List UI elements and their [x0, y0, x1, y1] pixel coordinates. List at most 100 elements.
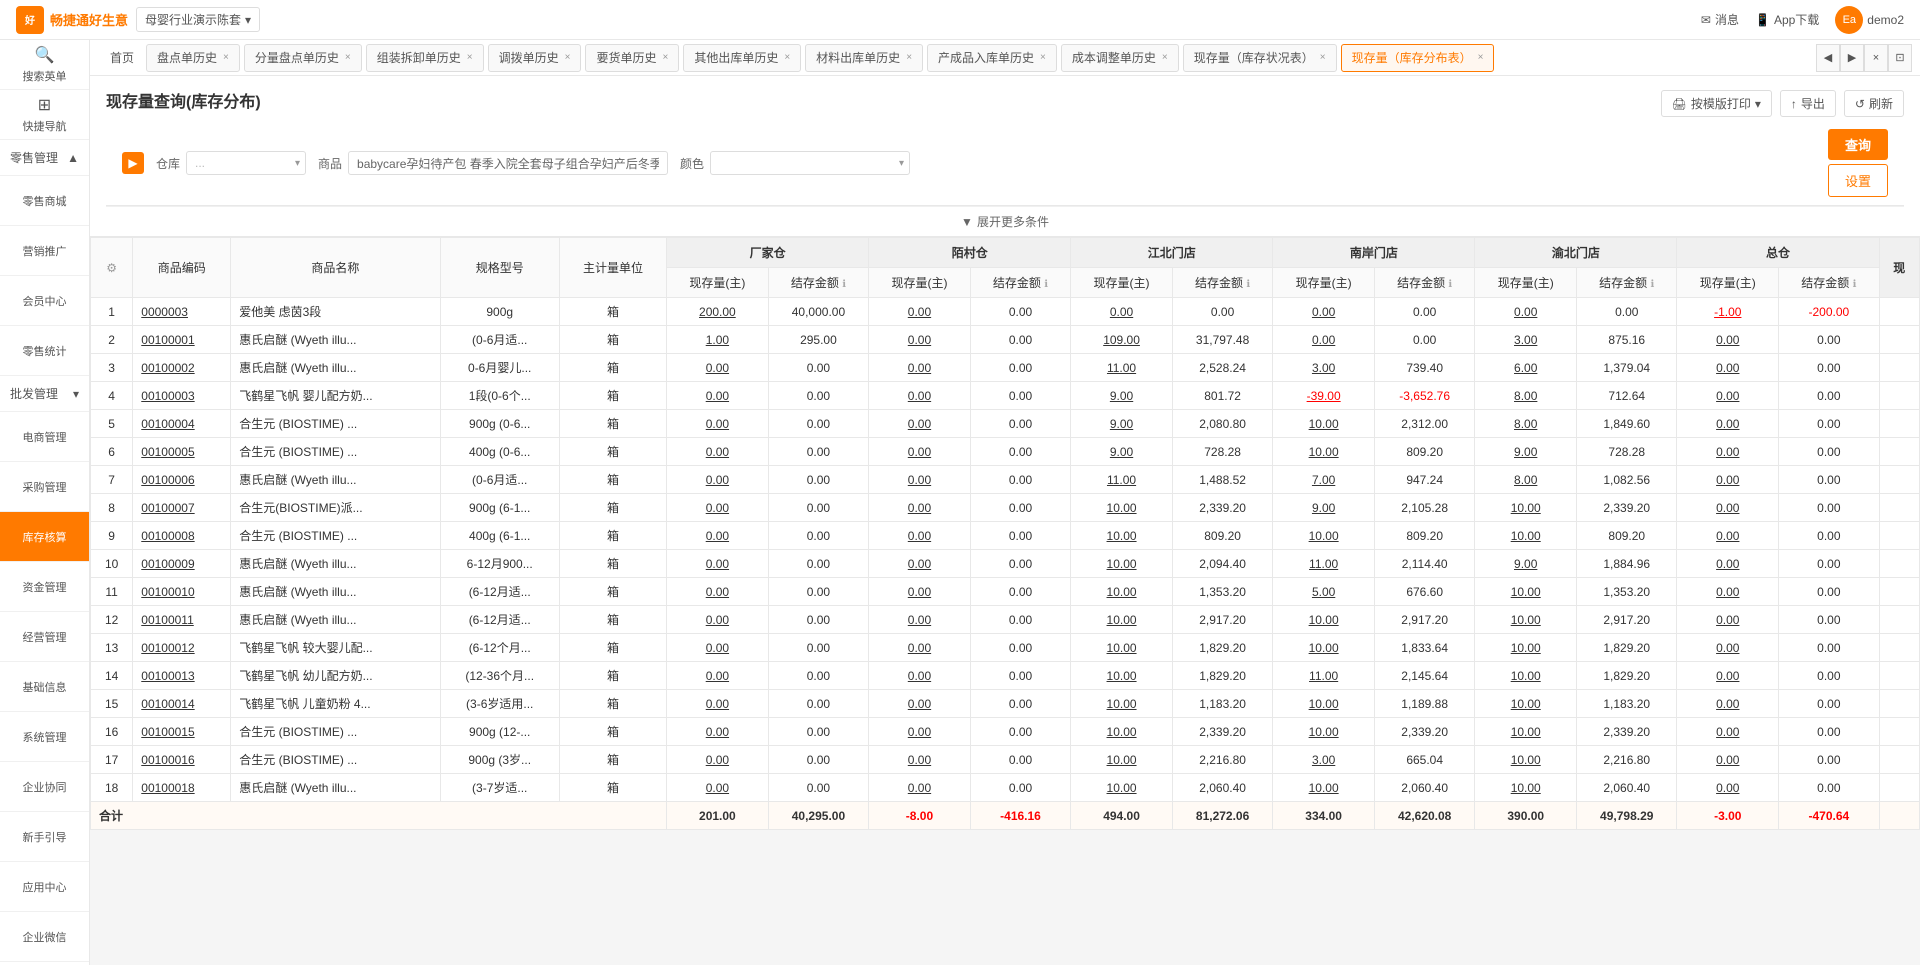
td-jb-stock[interactable]: 10.00 — [1071, 690, 1173, 718]
sidebar-item-ecommerce[interactable]: 电商管理 — [0, 412, 89, 462]
td-code[interactable]: 00100005 — [133, 438, 231, 466]
close-tab-material[interactable]: × — [906, 52, 912, 63]
td-mc-stock[interactable]: 0.00 — [869, 550, 971, 578]
more-conditions-toggle[interactable]: ▼ 展开更多条件 — [106, 206, 1904, 236]
td-jb-stock[interactable]: 10.00 — [1071, 634, 1173, 662]
sidebar-item-wholesale[interactable]: 批发管理 ▾ — [0, 376, 89, 412]
td-mc-stock[interactable]: 0.00 — [869, 354, 971, 382]
td-ck-stock[interactable]: 0.00 — [667, 578, 769, 606]
sidebar-item-inventory[interactable]: 库存核算 — [0, 512, 89, 562]
td-na-stock[interactable]: 11.00 — [1273, 662, 1375, 690]
close-tab-cost[interactable]: × — [1162, 52, 1168, 63]
td-yb-stock[interactable]: 10.00 — [1475, 718, 1577, 746]
td-jb-stock[interactable]: 109.00 — [1071, 326, 1173, 354]
td-ck-stock[interactable]: 0.00 — [667, 494, 769, 522]
td-jb-stock[interactable]: 10.00 — [1071, 522, 1173, 550]
td-yb-stock[interactable]: 10.00 — [1475, 690, 1577, 718]
td-yb-stock[interactable]: 10.00 — [1475, 774, 1577, 802]
td-code[interactable]: 00100010 — [133, 578, 231, 606]
td-zc-stock[interactable]: 0.00 — [1677, 326, 1779, 354]
sidebar-item-retail-mall[interactable]: 零售商城 — [0, 176, 89, 226]
td-jb-stock[interactable]: 11.00 — [1071, 354, 1173, 382]
td-code[interactable]: 00100015 — [133, 718, 231, 746]
td-jb-stock[interactable]: 9.00 — [1071, 382, 1173, 410]
tab-stock-dist[interactable]: 现存量（库存分布表） × — [1341, 44, 1495, 72]
td-jb-stock[interactable]: 10.00 — [1071, 578, 1173, 606]
td-jb-stock[interactable]: 10.00 — [1071, 494, 1173, 522]
td-ck-stock[interactable]: 0.00 — [667, 606, 769, 634]
td-ck-stock[interactable]: 0.00 — [667, 718, 769, 746]
td-ck-stock[interactable]: 0.00 — [667, 746, 769, 774]
td-mc-stock[interactable]: 0.00 — [869, 578, 971, 606]
export-btn[interactable]: ↑ 导出 — [1780, 90, 1836, 117]
td-mc-stock[interactable]: 0.00 — [869, 746, 971, 774]
td-zc-stock[interactable]: 0.00 — [1677, 466, 1779, 494]
td-zc-stock[interactable]: 0.00 — [1677, 550, 1779, 578]
sidebar-item-guide[interactable]: 新手引导 — [0, 812, 89, 862]
td-na-stock[interactable]: 11.00 — [1273, 550, 1375, 578]
td-ck-stock[interactable]: 0.00 — [667, 634, 769, 662]
td-zc-stock[interactable]: 0.00 — [1677, 606, 1779, 634]
sidebar-item-marketing[interactable]: 营销推广 — [0, 226, 89, 276]
close-tab-inventory[interactable]: × — [223, 52, 229, 63]
td-jb-stock[interactable]: 10.00 — [1071, 774, 1173, 802]
td-na-stock[interactable]: 5.00 — [1273, 578, 1375, 606]
td-mc-stock[interactable]: 0.00 — [869, 606, 971, 634]
td-code[interactable]: 00100006 — [133, 466, 231, 494]
td-mc-stock[interactable]: 0.00 — [869, 718, 971, 746]
td-na-stock[interactable]: -39.00 — [1273, 382, 1375, 410]
sidebar-item-wechat[interactable]: 企业微信 — [0, 912, 89, 962]
td-code[interactable]: 00100011 — [133, 606, 231, 634]
td-code[interactable]: 00100002 — [133, 354, 231, 382]
tab-inventory-history[interactable]: 盘点单历史 × — [146, 44, 240, 72]
sidebar-item-finance[interactable]: 资金管理 — [0, 562, 89, 612]
sidebar-item-sysmgmt[interactable]: 系统管理 — [0, 712, 89, 762]
td-na-stock[interactable]: 10.00 — [1273, 522, 1375, 550]
td-mc-stock[interactable]: 0.00 — [869, 326, 971, 354]
td-yb-stock[interactable]: 8.00 — [1475, 382, 1577, 410]
td-code[interactable]: 00100004 — [133, 410, 231, 438]
tab-material-outstock[interactable]: 材料出库单历史 × — [805, 44, 923, 72]
td-mc-stock[interactable]: 0.00 — [869, 522, 971, 550]
td-mc-stock[interactable]: 0.00 — [869, 662, 971, 690]
td-ck-stock[interactable]: 0.00 — [667, 466, 769, 494]
close-tab-stock-dist[interactable]: × — [1478, 52, 1484, 63]
td-na-stock[interactable]: 10.00 — [1273, 774, 1375, 802]
td-na-stock[interactable]: 0.00 — [1273, 326, 1375, 354]
tab-scroll-right[interactable]: ▶ — [1840, 44, 1864, 72]
close-tab-product[interactable]: × — [1040, 52, 1046, 63]
color-input[interactable] — [710, 151, 910, 175]
tab-home[interactable]: 首页 — [98, 44, 146, 72]
td-yb-stock[interactable]: 0.00 — [1475, 298, 1577, 326]
tab-other-outstock[interactable]: 其他出库单历史 × — [683, 44, 801, 72]
td-jb-stock[interactable]: 10.00 — [1071, 550, 1173, 578]
close-tab-assembly[interactable]: × — [467, 52, 473, 63]
td-ck-stock[interactable]: 0.00 — [667, 410, 769, 438]
td-code[interactable]: 0000003 — [133, 298, 231, 326]
td-na-stock[interactable]: 3.00 — [1273, 354, 1375, 382]
message-btn[interactable]: ✉ 消息 — [1701, 11, 1739, 28]
td-yb-stock[interactable]: 10.00 — [1475, 578, 1577, 606]
td-yb-stock[interactable]: 3.00 — [1475, 326, 1577, 354]
td-na-stock[interactable]: 3.00 — [1273, 746, 1375, 774]
td-mc-stock[interactable]: 0.00 — [869, 774, 971, 802]
td-na-stock[interactable]: 10.00 — [1273, 634, 1375, 662]
sidebar-search[interactable]: 🔍 搜索英单 — [0, 40, 89, 90]
td-ck-stock[interactable]: 0.00 — [667, 662, 769, 690]
td-ck-stock[interactable]: 0.00 — [667, 382, 769, 410]
sidebar-item-quicknav[interactable]: ⊞ 快捷导航 — [0, 90, 89, 140]
td-code[interactable]: 00100009 — [133, 550, 231, 578]
td-jb-stock[interactable]: 9.00 — [1071, 410, 1173, 438]
td-zc-stock[interactable]: 0.00 — [1677, 382, 1779, 410]
td-zc-stock[interactable]: 0.00 — [1677, 354, 1779, 382]
sidebar-item-appcenter[interactable]: 应用中心 — [0, 862, 89, 912]
td-code[interactable]: 00100016 — [133, 746, 231, 774]
td-zc-stock[interactable]: 0.00 — [1677, 746, 1779, 774]
td-yb-stock[interactable]: 10.00 — [1475, 606, 1577, 634]
td-ck-stock[interactable]: 0.00 — [667, 522, 769, 550]
close-tab-other-outstock[interactable]: × — [784, 52, 790, 63]
tab-product-instock[interactable]: 产成品入库单历史 × — [927, 44, 1057, 72]
td-zc-stock[interactable]: 0.00 — [1677, 718, 1779, 746]
td-na-stock[interactable]: 10.00 — [1273, 690, 1375, 718]
td-yb-stock[interactable]: 8.00 — [1475, 466, 1577, 494]
